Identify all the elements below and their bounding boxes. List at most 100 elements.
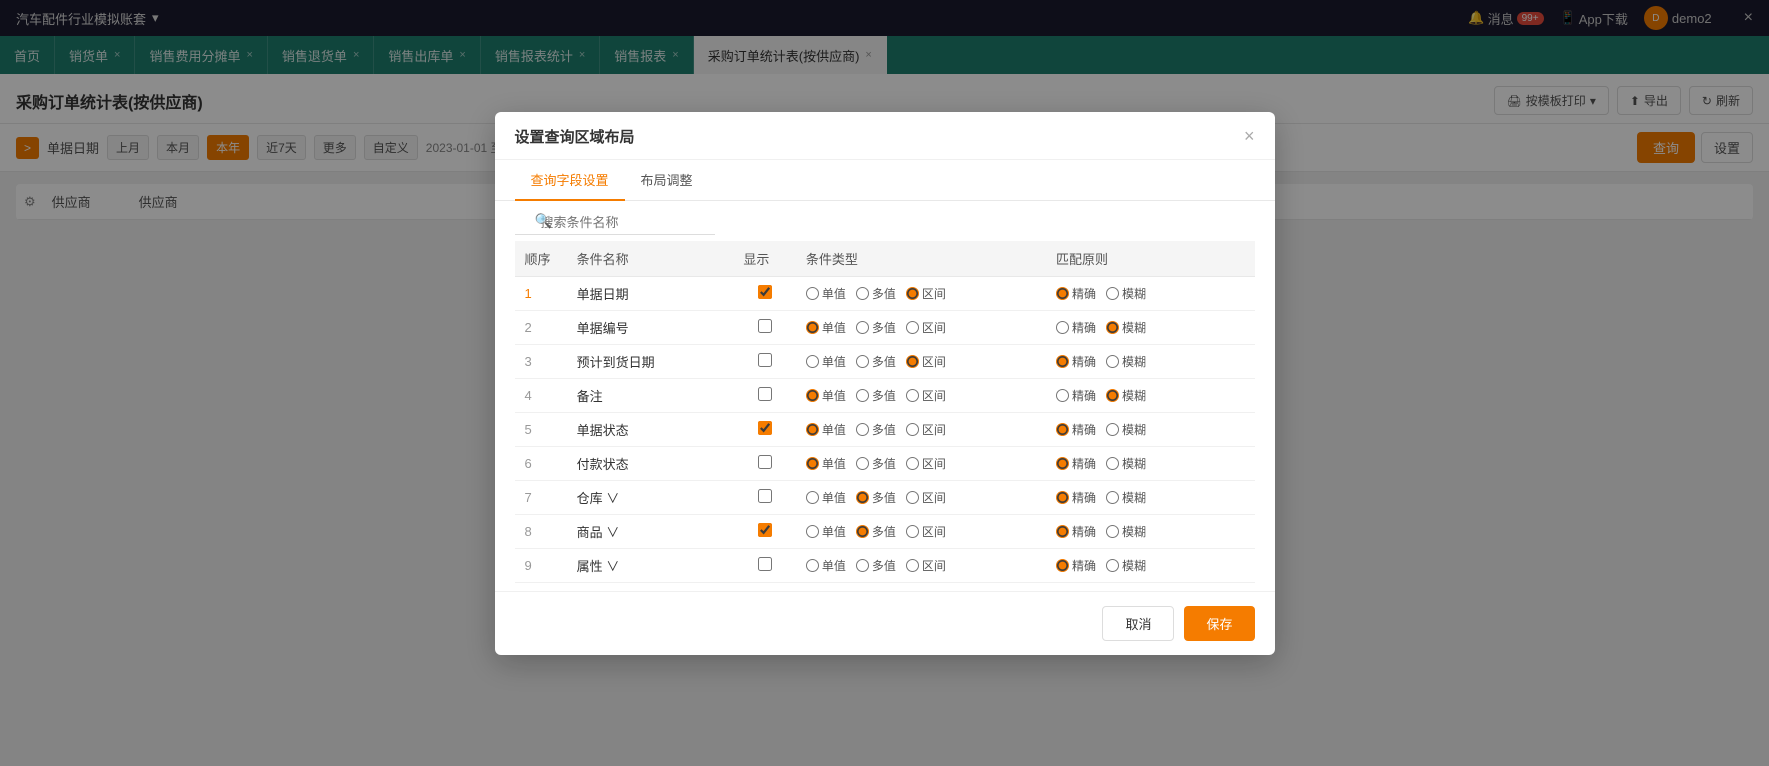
match-radio-exact-5[interactable] <box>1056 457 1069 470</box>
modal-close-btn[interactable]: × <box>1244 127 1255 145</box>
row-name-9: 有无商品图片 <box>567 582 734 591</box>
show-checkbox-1[interactable] <box>758 319 772 333</box>
type-radio-range-3[interactable] <box>906 389 919 402</box>
table-row: 6付款状态 单值多值区间精确模糊 <box>515 446 1255 480</box>
type-radio-range-7[interactable] <box>906 525 919 538</box>
th-type: 条件类型 <box>796 241 1046 277</box>
modal-tab-layout[interactable]: 布局调整 <box>625 160 709 201</box>
th-match: 匹配原则 <box>1046 241 1254 277</box>
modal-tab-field-settings-label: 查询字段设置 <box>531 173 609 188</box>
match-radio-exact-2[interactable] <box>1056 355 1069 368</box>
th-show: 显示 <box>733 241 796 277</box>
row-type-1: 单值多值区间 <box>796 310 1046 344</box>
match-radio-fuzzy-7[interactable] <box>1106 525 1119 538</box>
show-checkbox-0[interactable] <box>758 285 772 299</box>
row-name-5: 付款状态 <box>567 446 734 480</box>
row-show-2 <box>733 344 796 378</box>
type-radio-single-6[interactable] <box>806 491 819 504</box>
type-radio-range-8[interactable] <box>906 559 919 572</box>
type-radio-multi-4[interactable] <box>856 423 869 436</box>
show-checkbox-7[interactable] <box>758 523 772 537</box>
match-radio-exact-8[interactable] <box>1056 559 1069 572</box>
show-checkbox-8[interactable] <box>758 557 772 571</box>
type-radio-multi-0[interactable] <box>856 287 869 300</box>
type-radio-multi-6[interactable] <box>856 491 869 504</box>
match-radio-fuzzy-1[interactable] <box>1106 321 1119 334</box>
type-radio-multi-2[interactable] <box>856 355 869 368</box>
table-row: 7仓库 ∨单值多值区间精确模糊 <box>515 480 1255 514</box>
th-name: 条件名称 <box>567 241 734 277</box>
type-radio-single-7[interactable] <box>806 525 819 538</box>
row-order-8: 9 <box>515 548 567 582</box>
show-checkbox-3[interactable] <box>758 387 772 401</box>
type-radio-multi-3[interactable] <box>856 389 869 402</box>
type-radio-single-3[interactable] <box>806 389 819 402</box>
table-row: 9属性 ∨单值多值区间精确模糊 <box>515 548 1255 582</box>
row-type-5: 单值多值区间 <box>796 446 1046 480</box>
type-radio-multi-7[interactable] <box>856 525 869 538</box>
save-btn[interactable]: 保存 <box>1184 606 1254 641</box>
type-radio-single-5[interactable] <box>806 457 819 470</box>
cancel-btn[interactable]: 取消 <box>1102 606 1174 641</box>
modal-table-wrap: 顺序 条件名称 显示 条件类型 匹配原则 <box>495 241 1275 591</box>
table-row: 10有无商品图片单值多值区间精确模糊 <box>515 582 1255 591</box>
match-radio-exact-3[interactable] <box>1056 389 1069 402</box>
type-radio-single-8[interactable] <box>806 559 819 572</box>
table-row: 1单据日期单值多值区间精确模糊 <box>515 276 1255 310</box>
type-radio-multi-5[interactable] <box>856 457 869 470</box>
type-radio-range-0[interactable] <box>906 287 919 300</box>
modal-dialog: 设置查询区域布局 × 查询字段设置 布局调整 🔍 顺序 <box>495 112 1275 655</box>
match-radio-fuzzy-5[interactable] <box>1106 457 1119 470</box>
type-radio-range-4[interactable] <box>906 423 919 436</box>
show-checkbox-5[interactable] <box>758 455 772 469</box>
show-checkbox-6[interactable] <box>758 489 772 503</box>
row-type-3: 单值多值区间 <box>796 378 1046 412</box>
modal-search-area: 🔍 <box>495 201 1275 241</box>
row-show-6 <box>733 480 796 514</box>
row-order-3: 4 <box>515 378 567 412</box>
row-match-3: 精确模糊 <box>1046 378 1254 412</box>
table-row: 3预计到货日期单值多值区间精确模糊 <box>515 344 1255 378</box>
type-radio-single-2[interactable] <box>806 355 819 368</box>
match-radio-fuzzy-0[interactable] <box>1106 287 1119 300</box>
match-radio-exact-1[interactable] <box>1056 321 1069 334</box>
row-order-5: 6 <box>515 446 567 480</box>
match-radio-fuzzy-3[interactable] <box>1106 389 1119 402</box>
row-match-2: 精确模糊 <box>1046 344 1254 378</box>
type-radio-multi-8[interactable] <box>856 559 869 572</box>
match-radio-fuzzy-8[interactable] <box>1106 559 1119 572</box>
row-name-2: 预计到货日期 <box>567 344 734 378</box>
modal-header: 设置查询区域布局 × <box>495 112 1275 160</box>
row-name-6: 仓库 ∨ <box>567 480 734 514</box>
row-name-7: 商品 ∨ <box>567 514 734 548</box>
row-order-7: 8 <box>515 514 567 548</box>
row-name-4: 单据状态 <box>567 412 734 446</box>
match-radio-fuzzy-6[interactable] <box>1106 491 1119 504</box>
show-checkbox-2[interactable] <box>758 353 772 367</box>
type-radio-single-0[interactable] <box>806 287 819 300</box>
modal-tab-field-settings[interactable]: 查询字段设置 <box>515 160 625 201</box>
show-checkbox-4[interactable] <box>758 421 772 435</box>
match-radio-exact-6[interactable] <box>1056 491 1069 504</box>
type-radio-range-5[interactable] <box>906 457 919 470</box>
match-radio-exact-0[interactable] <box>1056 287 1069 300</box>
match-radio-fuzzy-4[interactable] <box>1106 423 1119 436</box>
type-radio-single-1[interactable] <box>806 321 819 334</box>
match-radio-exact-7[interactable] <box>1056 525 1069 538</box>
row-order-0: 1 <box>515 276 567 310</box>
modal-title: 设置查询区域布局 <box>515 126 635 147</box>
type-radio-multi-1[interactable] <box>856 321 869 334</box>
match-radio-exact-4[interactable] <box>1056 423 1069 436</box>
row-match-0: 精确模糊 <box>1046 276 1254 310</box>
row-match-6: 精确模糊 <box>1046 480 1254 514</box>
type-radio-range-2[interactable] <box>906 355 919 368</box>
row-type-4: 单值多值区间 <box>796 412 1046 446</box>
row-show-4 <box>733 412 796 446</box>
row-name-0: 单据日期 <box>567 276 734 310</box>
type-radio-single-4[interactable] <box>806 423 819 436</box>
type-radio-range-1[interactable] <box>906 321 919 334</box>
match-radio-fuzzy-2[interactable] <box>1106 355 1119 368</box>
row-match-5: 精确模糊 <box>1046 446 1254 480</box>
row-match-7: 精确模糊 <box>1046 514 1254 548</box>
type-radio-range-6[interactable] <box>906 491 919 504</box>
